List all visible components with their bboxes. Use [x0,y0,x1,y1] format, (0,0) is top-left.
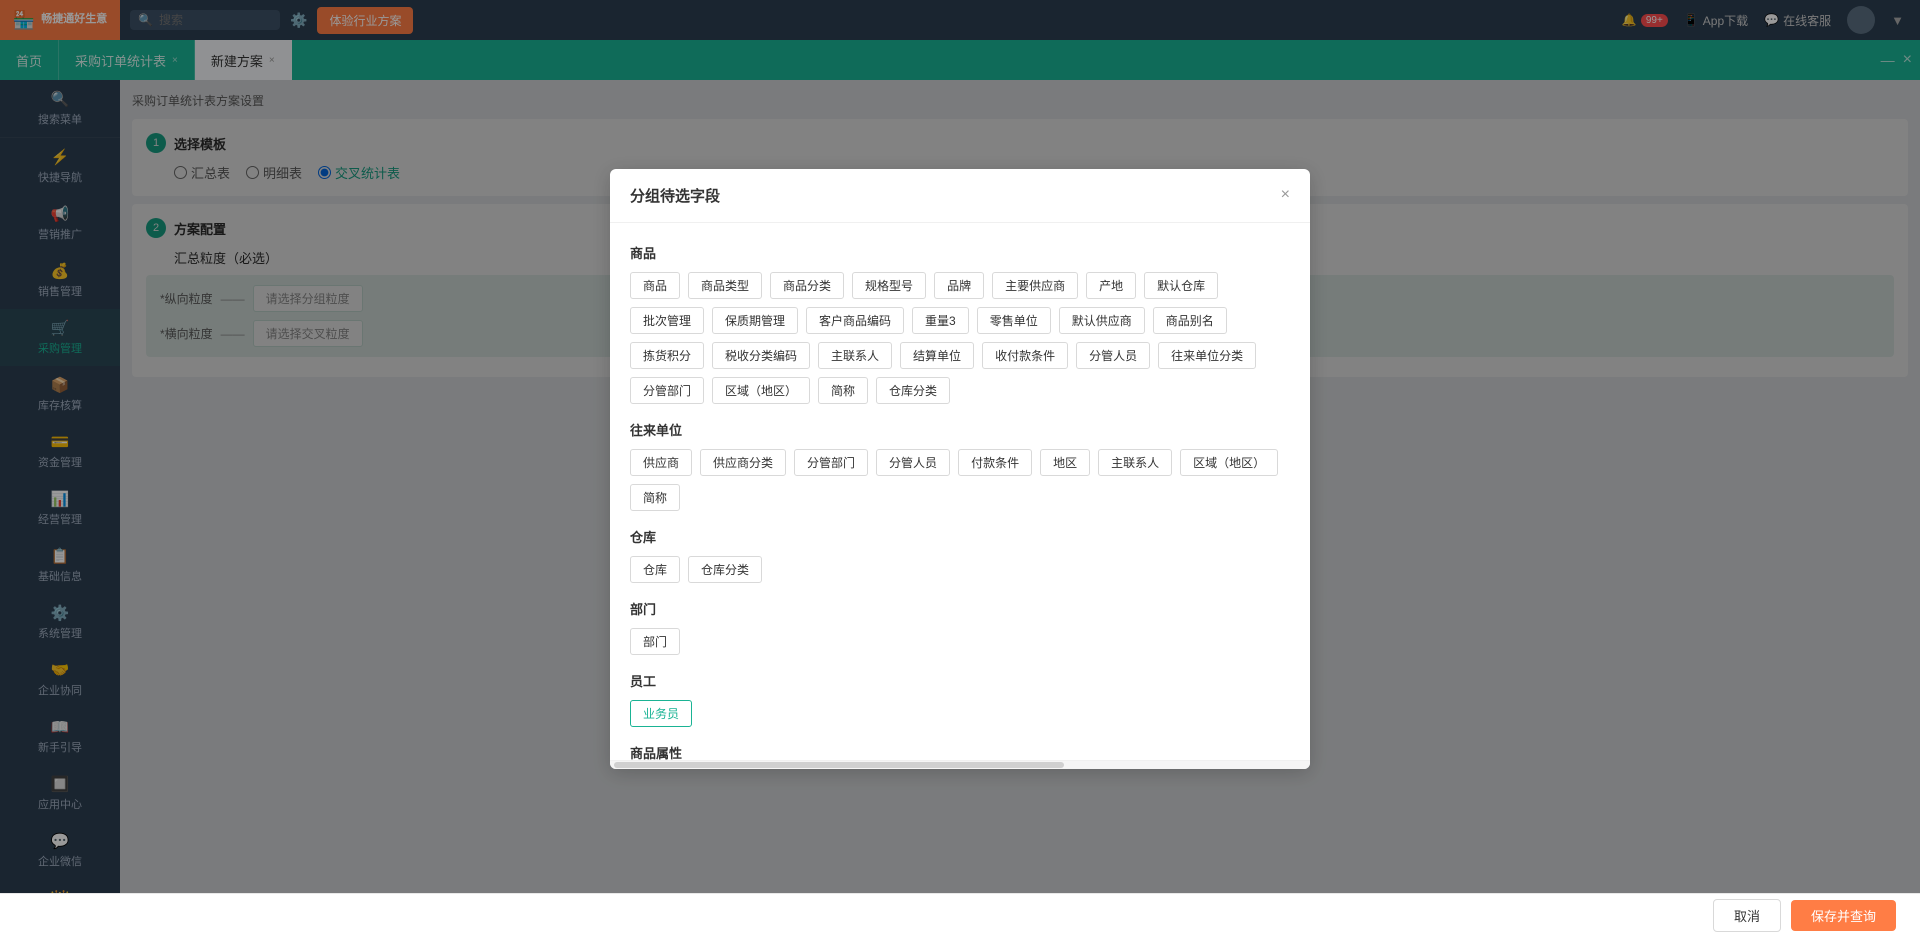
save-button[interactable]: 保存并查询 [1791,900,1896,931]
field-brand[interactable]: 品牌 [934,272,984,299]
field-dept[interactable]: 部门 [630,628,680,655]
field-region-partner[interactable]: 区域（地区） [1180,449,1278,476]
field-goods-category[interactable]: 商品分类 [770,272,844,299]
field-main-contact-2[interactable]: 主联系人 [1098,449,1172,476]
field-main-contact[interactable]: 主联系人 [818,342,892,369]
field-origin[interactable]: 产地 [1086,272,1136,299]
field-dept-managed-2[interactable]: 分管部门 [794,449,868,476]
field-settlement-unit[interactable]: 结算单位 [900,342,974,369]
field-weight[interactable]: 重量3 [912,307,969,334]
modal-h-scrollbar-thumb[interactable] [614,762,1064,768]
field-salesperson[interactable]: 业务员 [630,700,692,727]
modal-title: 分组待选字段 [630,185,720,206]
field-short-name-partner[interactable]: 简称 [630,484,680,511]
field-short-name-goods[interactable]: 简称 [818,377,868,404]
field-warehouse-category[interactable]: 仓库分类 [688,556,762,583]
field-district[interactable]: 地区 [1040,449,1090,476]
partner-fields: 供应商 供应商分类 分管部门 分管人员 付款条件 地区 主联系人 区域（地区） … [630,449,1290,511]
field-supplier[interactable]: 供应商 [630,449,692,476]
dept-fields: 部门 [630,628,1290,655]
warehouse-fields: 仓库 仓库分类 [630,556,1290,583]
section-warehouse-title: 仓库 [630,527,1290,546]
field-shelf-life[interactable]: 保质期管理 [712,307,798,334]
field-spec-model[interactable]: 规格型号 [852,272,926,299]
field-supplier-category[interactable]: 供应商分类 [700,449,786,476]
field-warehouse[interactable]: 仓库 [630,556,680,583]
modal-close-btn[interactable]: × [1281,187,1290,203]
modal-dialog: 分组待选字段 × 商品 商品 商品类型 商品分类 规格型号 品牌 主要供应商 产… [610,169,1310,769]
section-dept-title: 部门 [630,599,1290,618]
modal-header: 分组待选字段 × [610,169,1310,223]
field-retail-unit[interactable]: 零售单位 [977,307,1051,334]
employee-fields: 业务员 [630,700,1290,727]
bottom-bar: 取消 保存并查询 [0,893,1920,937]
section-partner-title: 往来单位 [630,420,1290,439]
field-customer-code[interactable]: 客户商品编码 [806,307,904,334]
section-employee-title: 员工 [630,671,1290,690]
field-goods[interactable]: 商品 [630,272,680,299]
section-product-attr-title: 商品属性 [630,743,1290,760]
goods-fields: 商品 商品类型 商品分类 规格型号 品牌 主要供应商 产地 默认仓库 批次管理 … [630,272,1290,404]
modal-h-scrollbar[interactable] [610,760,1310,769]
field-main-supplier[interactable]: 主要供应商 [992,272,1078,299]
field-payment-cond[interactable]: 付款条件 [958,449,1032,476]
field-warehouse-category-goods[interactable]: 仓库分类 [876,377,950,404]
field-default-warehouse[interactable]: 默认仓库 [1144,272,1218,299]
field-default-supplier[interactable]: 默认供应商 [1059,307,1145,334]
field-tax-code[interactable]: 税收分类编码 [712,342,810,369]
field-batch-mgmt[interactable]: 批次管理 [630,307,704,334]
field-pick-points[interactable]: 拣货积分 [630,342,704,369]
field-region-goods[interactable]: 区域（地区） [712,377,810,404]
section-goods-title: 商品 [630,243,1290,262]
field-supervisor-2[interactable]: 分管人员 [876,449,950,476]
cancel-button[interactable]: 取消 [1713,899,1781,932]
field-payment-terms[interactable]: 收付款条件 [982,342,1068,369]
modal-overlay: 分组待选字段 × 商品 商品 商品类型 商品分类 规格型号 品牌 主要供应商 产… [0,0,1920,937]
field-supervisor[interactable]: 分管人员 [1076,342,1150,369]
field-partner-category[interactable]: 往来单位分类 [1158,342,1256,369]
field-goods-type[interactable]: 商品类型 [688,272,762,299]
field-dept-managed[interactable]: 分管部门 [630,377,704,404]
modal-body: 商品 商品 商品类型 商品分类 规格型号 品牌 主要供应商 产地 默认仓库 批次… [610,223,1310,760]
field-goods-alias[interactable]: 商品别名 [1153,307,1227,334]
